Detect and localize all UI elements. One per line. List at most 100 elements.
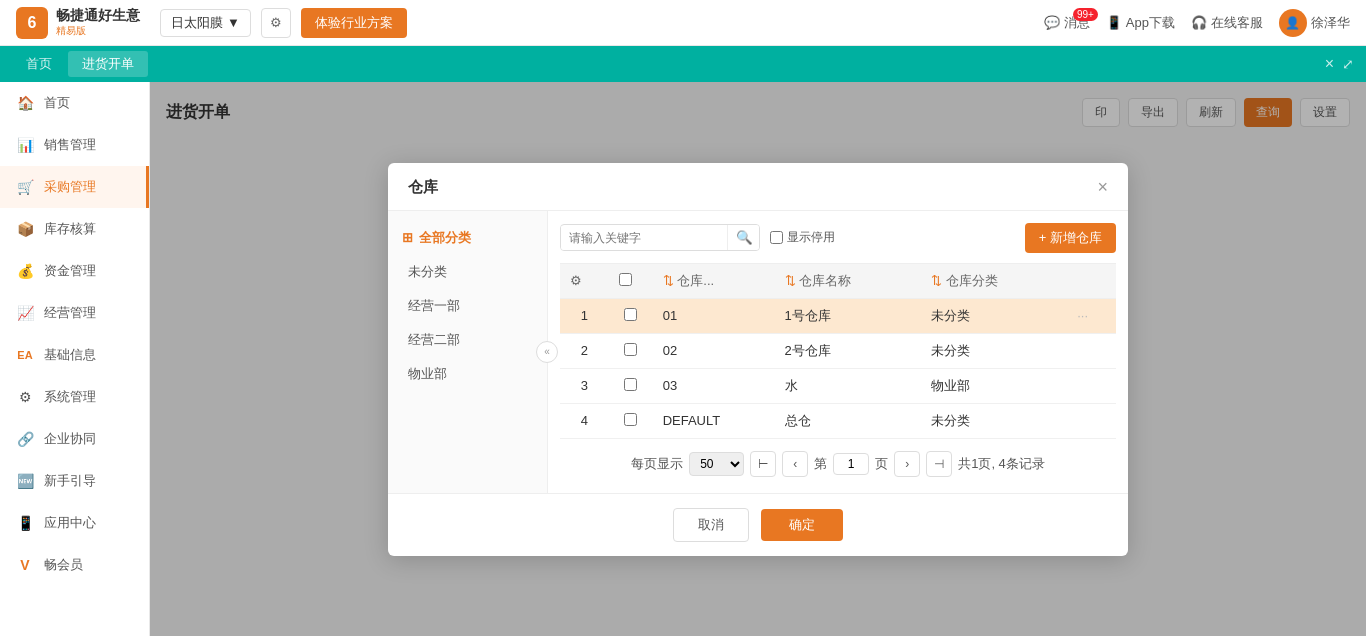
sidebar-label-app-center: 应用中心 [44,514,96,532]
row-action [1067,368,1116,403]
table-row[interactable]: 2 02 2号仓库 未分类 [560,333,1116,368]
app-center-icon: 📱 [16,514,34,532]
sidebar-item-membership[interactable]: V 畅会员 [0,544,149,586]
row-category: 未分类 [921,403,1067,438]
pagination: 每页显示 50 100 ⊢ ‹ 第 页 › ⊣ 共 [560,439,1116,481]
row-checkbox[interactable] [624,343,637,356]
category-item-unclassified[interactable]: 未分类 [388,255,547,289]
row-idx: 2 [560,333,609,368]
category-all-header[interactable]: ⊞ 全部分类 [388,221,547,255]
phone-icon: 📱 [1106,15,1122,30]
col-code-header: ⇅ 仓库... [653,263,775,298]
app-logo-icon: 6 [16,7,48,39]
category-item-dept2[interactable]: 经营二部 [388,323,547,357]
sidebar-item-app-center[interactable]: 📱 应用中心 [0,502,149,544]
user-info[interactable]: 👤 徐泽华 [1279,9,1350,37]
row-name: 2号仓库 [775,333,921,368]
add-warehouse-button[interactable]: + 新增仓库 [1025,223,1116,253]
sidebar-item-sales[interactable]: 📊 销售管理 [0,124,149,166]
table-row[interactable]: 4 DEFAULT 总仓 未分类 [560,403,1116,438]
user-avatar: 👤 [1279,9,1307,37]
prev-page-button[interactable]: ‹ [782,451,808,477]
purchase-icon: 🛒 [16,178,34,196]
row-action: ··· [1067,298,1116,333]
nav-tab-home[interactable]: 首页 [12,51,66,77]
system-icon: ⚙ [16,388,34,406]
sidebar-item-home[interactable]: 🏠 首页 [0,82,149,124]
operations-icon: 📈 [16,304,34,322]
nav-expand-button[interactable]: ⤢ [1342,56,1354,72]
app-download-button[interactable]: 📱 App下载 [1106,14,1175,32]
search-input[interactable] [561,226,727,250]
per-page-label: 每页显示 [631,455,683,473]
search-button[interactable]: 🔍 [727,225,760,250]
message-badge: 99+ [1073,8,1098,21]
nav-close-button[interactable]: × [1325,55,1334,73]
first-page-button[interactable]: ⊢ [750,451,776,477]
category-item-dept1[interactable]: 经营一部 [388,289,547,323]
sidebar-label-operations: 经营管理 [44,304,96,322]
message-button[interactable]: 💬 消息 99+ [1044,14,1090,32]
sidebar-item-inventory[interactable]: 📦 库存核算 [0,208,149,250]
sort-icon2: ⇅ [785,273,796,288]
sidebar-item-purchase[interactable]: 🛒 采购管理 [0,166,149,208]
show-disabled-text: 显示停用 [787,229,835,246]
total-info: 共1页, 4条记录 [958,455,1045,473]
row-checkbox[interactable] [624,378,637,391]
sort-icon: ⇅ [663,273,674,288]
next-page-button[interactable]: › [894,451,920,477]
row-category: 未分类 [921,298,1067,333]
sidebar-item-basic-info[interactable]: EA 基础信息 [0,334,149,376]
online-service-button[interactable]: 🎧 在线客服 [1191,14,1263,32]
nav-tab-purchase[interactable]: 进货开单 [68,51,148,77]
confirm-button[interactable]: 确定 [761,509,843,541]
sidebar-item-system[interactable]: ⚙ 系统管理 [0,376,149,418]
page-label: 页 [875,455,888,473]
row-checkbox[interactable] [624,413,637,426]
logo-area: 6 畅捷通好生意 精易版 [16,7,140,39]
cat-collapse-button[interactable]: « [536,341,558,363]
show-disabled-label: 显示停用 [770,229,835,246]
main-content: 进货开单 印 导出 刷新 查询 设置 仓库 × [150,82,1366,636]
guide-icon: 🆕 [16,472,34,490]
table-row[interactable]: 1 01 1号仓库 未分类 ··· [560,298,1116,333]
show-disabled-checkbox[interactable] [770,231,783,244]
sidebar-item-enterprise[interactable]: 🔗 企业协同 [0,418,149,460]
row-name: 水 [775,368,921,403]
main-layout: 🏠 首页 📊 销售管理 🛒 采购管理 📦 库存核算 💰 资金管理 📈 经营管理 … [0,82,1366,636]
page-number-input[interactable] [833,453,869,475]
warehouse-table: ⚙ ⇅ 仓库... ⇅ 仓库名称 [560,263,1116,439]
table-toolbar: 🔍 显示停用 + 新增仓库 [560,223,1116,253]
row-code: 01 [653,298,775,333]
table-row[interactable]: 3 03 水 物业部 [560,368,1116,403]
per-page-select[interactable]: 50 100 [689,452,744,476]
sidebar-label-enterprise: 企业协同 [44,430,96,448]
row-more-button[interactable]: ··· [1077,308,1088,323]
row-name: 1号仓库 [775,298,921,333]
last-page-button[interactable]: ⊣ [926,451,952,477]
sidebar-label-purchase: 采购管理 [44,178,96,196]
row-code: 02 [653,333,775,368]
nav-bar: 首页 进货开单 × ⤢ [0,46,1366,82]
trial-button[interactable]: 体验行业方案 [301,8,407,38]
row-action [1067,403,1116,438]
settings-button[interactable]: ⚙ [261,8,291,38]
sidebar-item-operations[interactable]: 📈 经营管理 [0,292,149,334]
modal-close-button[interactable]: × [1097,177,1108,198]
category-item-property[interactable]: 物业部 [388,357,547,391]
gear-icon: ⚙ [270,15,282,30]
inventory-icon: 📦 [16,220,34,238]
row-name: 总仓 [775,403,921,438]
table-scroll-area: ⚙ ⇅ 仓库... ⇅ 仓库名称 [560,263,1116,439]
sidebar-item-finance[interactable]: 💰 资金管理 [0,250,149,292]
row-checkbox[interactable] [624,308,637,321]
row-idx: 3 [560,368,609,403]
sidebar-item-guide[interactable]: 🆕 新手引导 [0,460,149,502]
modal-header: 仓库 × [388,163,1128,211]
row-code: 03 [653,368,775,403]
modal-body: ⊞ 全部分类 未分类 经营一部 经营二部 物业部 « [388,211,1128,493]
store-selector[interactable]: 日太阳膜 ▼ [160,9,251,37]
select-all-checkbox[interactable] [619,273,632,286]
cancel-button[interactable]: 取消 [673,508,749,542]
membership-icon: V [16,556,34,574]
